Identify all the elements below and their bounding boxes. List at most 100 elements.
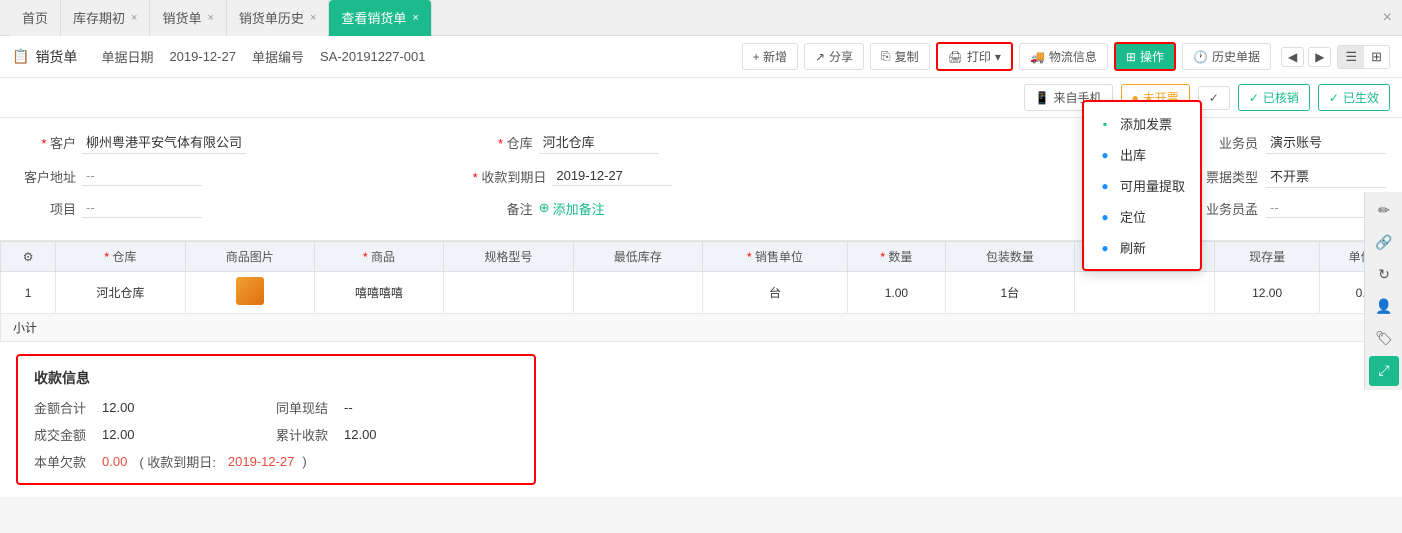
invoice-type-value[interactable]: 不开票 bbox=[1266, 164, 1386, 188]
due-date-text: ( 收款到期日: bbox=[139, 452, 216, 471]
row-product-img bbox=[185, 272, 314, 314]
th-warehouse: * 仓库 bbox=[56, 242, 185, 272]
same-order-row: 同单现结 -- bbox=[276, 398, 518, 417]
logistics-button[interactable]: 🚚 物流信息 bbox=[1019, 43, 1108, 70]
sidebar-link-icon[interactable]: 🔗 bbox=[1369, 228, 1399, 258]
grid-icon: ⊞ bbox=[1126, 50, 1136, 64]
sidebar-user-icon[interactable]: 👤 bbox=[1369, 292, 1399, 322]
th-settings[interactable]: ⚙ bbox=[1, 242, 56, 272]
th-product: * 商品 bbox=[314, 242, 443, 272]
add-invoice-icon: ▪ bbox=[1098, 117, 1112, 131]
payment-grid: 金额合计 12.00 同单现结 -- 成交金额 12.00 累计收款 12.00… bbox=[34, 398, 518, 471]
sidebar-tag-icon[interactable]: 🏷 bbox=[1369, 324, 1399, 354]
truck-icon: 🚚 bbox=[1030, 50, 1045, 64]
close-tab-sales[interactable]: × bbox=[207, 12, 213, 24]
close-tab-history[interactable]: × bbox=[310, 12, 316, 24]
dropdown-refresh[interactable]: ● 刷新 bbox=[1084, 232, 1200, 263]
th-sales-unit: * 销售单位 bbox=[702, 242, 847, 272]
current-due-row: 本单欠款 0.00 ( 收款到期日: 2019-12-27 ) bbox=[34, 452, 518, 471]
settings-icon: ⚙ bbox=[23, 250, 34, 264]
dropdown-ship-out[interactable]: ● 出库 bbox=[1084, 139, 1200, 170]
row-product: 嘻嘻嘻嘻 bbox=[314, 272, 443, 314]
payment-due-label: 收款到期日 bbox=[473, 167, 547, 186]
operations-dropdown: ▪ 添加发票 ● 出库 ● 可用量提取 ● 定位 ● 刷新 bbox=[1082, 100, 1202, 271]
list-view-button[interactable]: ☰ bbox=[1338, 46, 1364, 68]
sidebar-expand-icon[interactable]: ⤢ bbox=[1369, 356, 1399, 386]
row-quantity: 1.00 bbox=[848, 272, 946, 314]
window-close-icon[interactable]: × bbox=[1383, 9, 1392, 27]
doc-title: 📋 销货单 bbox=[12, 47, 77, 67]
row-sales-unit: 台 bbox=[702, 272, 847, 314]
check-icon-btn[interactable]: ✓ bbox=[1198, 86, 1230, 110]
refresh-icon: ● bbox=[1098, 241, 1112, 255]
project-label: 项目 bbox=[16, 199, 76, 218]
payment-info: 收款信息 金额合计 12.00 同单现结 -- 成交金额 12.00 累计收款 … bbox=[16, 354, 536, 485]
locate-icon: ● bbox=[1098, 210, 1112, 224]
view-toggle: ☰ ⊞ bbox=[1337, 45, 1390, 69]
right-sidebar: ✏ 🔗 ↻ 👤 🏷 ⤢ bbox=[1364, 192, 1402, 390]
warehouse-value[interactable]: 河北仓库 bbox=[539, 130, 659, 154]
project-field: 项目 -- bbox=[16, 198, 473, 218]
address-label: 客户地址 bbox=[16, 167, 76, 186]
note-label: 备注 bbox=[473, 199, 533, 218]
dropdown-add-invoice[interactable]: ▪ 添加发票 bbox=[1084, 108, 1200, 139]
tab-sales-order[interactable]: 销货单 × bbox=[150, 0, 226, 36]
close-tab-inventory[interactable]: × bbox=[131, 12, 137, 24]
tab-home[interactable]: 首页 bbox=[10, 0, 61, 36]
sidebar-edit-icon[interactable]: ✏ bbox=[1369, 196, 1399, 226]
add-note-button[interactable]: ⊕ 添加备注 bbox=[539, 199, 605, 218]
dropdown-available-qty[interactable]: ● 可用量提取 bbox=[1084, 170, 1200, 201]
prev-button[interactable]: ◀ bbox=[1281, 47, 1304, 67]
tab-bar: 首页 库存期初 × 销货单 × 销货单历史 × 查看销货单 × × bbox=[0, 0, 1402, 36]
share-button[interactable]: ↗ 分享 bbox=[804, 43, 864, 70]
effective-icon: ✓ bbox=[1329, 91, 1339, 105]
row-stock: 12.00 bbox=[1214, 272, 1319, 314]
grid-view-button[interactable]: ⊞ bbox=[1364, 46, 1389, 68]
print-dropdown-icon: ▾ bbox=[995, 50, 1001, 64]
staff-label: 业务员 bbox=[1219, 133, 1258, 152]
history-icon: 🕐 bbox=[1193, 50, 1208, 64]
address-value[interactable]: -- bbox=[82, 166, 202, 186]
table-row: 1 河北仓库 嘻嘻嘻嘻 台 1.00 1台 12.00 0. bbox=[1, 272, 1402, 314]
project-value[interactable]: -- bbox=[82, 198, 202, 218]
next-button[interactable]: ▶ bbox=[1308, 47, 1331, 67]
th-stock: 现存量 bbox=[1214, 242, 1319, 272]
close-tab-view-sales[interactable]: × bbox=[412, 12, 418, 24]
payment-due-field: 收款到期日 2019-12-27 bbox=[473, 166, 930, 186]
effective-button[interactable]: ✓ 已生效 bbox=[1318, 84, 1390, 111]
history-button[interactable]: 🕐 历史单据 bbox=[1182, 43, 1271, 70]
phone-icon: 📱 bbox=[1035, 91, 1050, 105]
print-button[interactable]: 🖨 打印 ▾ bbox=[936, 42, 1013, 71]
cumulative-label: 累计收款 bbox=[276, 425, 336, 444]
sidebar-reload-icon[interactable]: ↻ bbox=[1369, 260, 1399, 290]
dropdown-locate[interactable]: ● 定位 bbox=[1084, 201, 1200, 232]
th-spec: 规格型号 bbox=[444, 242, 573, 272]
tab-view-sales[interactable]: 查看销货单 × bbox=[329, 0, 431, 36]
ship-out-icon: ● bbox=[1098, 148, 1112, 162]
address-field: 客户地址 -- bbox=[16, 166, 473, 186]
operations-button[interactable]: ⊞ 操作 bbox=[1114, 42, 1176, 71]
customer-label: 客户 bbox=[16, 133, 76, 152]
toolbar: 📋 销货单 单据日期 2019-12-27 单据编号 SA-20191227-0… bbox=[0, 36, 1402, 78]
bottom-section: 收款信息 金额合计 12.00 同单现结 -- 成交金额 12.00 累计收款 … bbox=[0, 342, 1402, 497]
copy-button[interactable]: ⎘ 复制 bbox=[870, 43, 930, 70]
date-label: 单据日期 bbox=[101, 47, 153, 66]
due-date-end: ) bbox=[302, 454, 306, 469]
available-qty-icon: ● bbox=[1098, 179, 1112, 193]
tab-sales-history[interactable]: 销货单历史 × bbox=[227, 0, 329, 36]
payment-due-value[interactable]: 2019-12-27 bbox=[552, 166, 672, 186]
transaction-amount-value: 12.00 bbox=[102, 427, 135, 442]
copy-icon: ⎘ bbox=[881, 49, 891, 64]
customer-value[interactable]: 柳州粤港平安气体有限公司 bbox=[82, 130, 246, 154]
tab-inventory-init[interactable]: 库存期初 × bbox=[61, 0, 150, 36]
plus-icon: ⊕ bbox=[539, 200, 550, 216]
new-button[interactable]: + 新增 bbox=[742, 43, 798, 70]
transaction-amount-label: 成交金额 bbox=[34, 425, 94, 444]
note-field: 备注 ⊕ 添加备注 bbox=[473, 199, 930, 218]
approved-button[interactable]: ✓ 已核销 bbox=[1238, 84, 1310, 111]
total-amount-value: 12.00 bbox=[102, 400, 135, 415]
invoice-type-label: 票据类型 bbox=[1197, 167, 1258, 186]
th-pack-qty: 包装数量 bbox=[945, 242, 1074, 272]
salesperson-label: 业务员孟 bbox=[1197, 199, 1258, 218]
th-product-img: 商品图片 bbox=[185, 242, 314, 272]
